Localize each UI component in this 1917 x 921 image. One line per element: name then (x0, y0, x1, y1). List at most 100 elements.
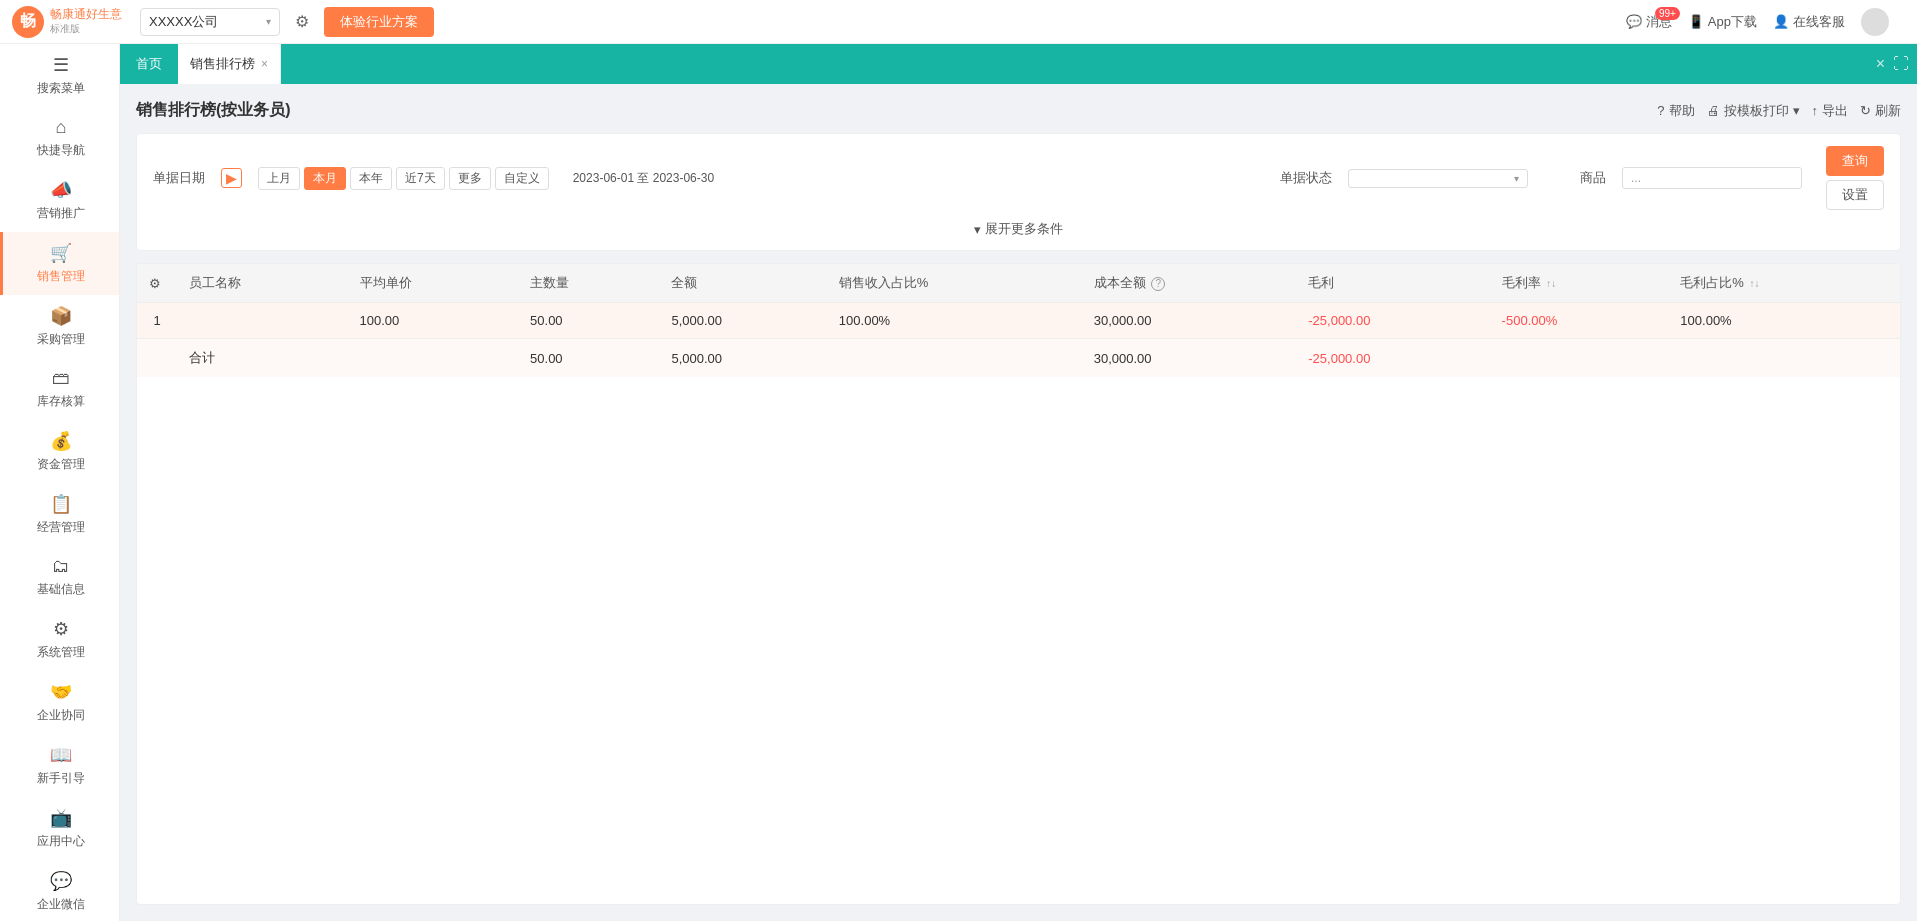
filter-row-1: 单据日期 ▶ 上月 本月 本年 近7天 更多 自定义 2023-06-01 至 … (153, 146, 1884, 210)
date-buttons: 上月 本月 本年 近7天 更多 自定义 (258, 167, 549, 190)
logo-area: 畅 畅康通好生意 标准版 (12, 6, 132, 38)
quick-nav-icon: ⌂ (56, 117, 67, 138)
sidebar-item-label-basic: 基础信息 (37, 581, 85, 598)
sidebar-item-guide[interactable]: 📖 新手引导 (0, 734, 119, 797)
cell-amount: 5,000.00 (659, 303, 826, 339)
date-btn-this-year[interactable]: 本年 (350, 167, 392, 190)
trial-button[interactable]: 体验行业方案 (324, 7, 434, 37)
online-service-button[interactable]: 👤 在线客服 (1773, 13, 1845, 31)
footer-label: 合计 (177, 339, 348, 378)
logo-icon: 畅 (12, 6, 44, 38)
footer-cost-amount: 30,000.00 (1082, 339, 1297, 378)
guide-icon: 📖 (50, 744, 72, 766)
date-btn-this-month[interactable]: 本月 (304, 167, 346, 190)
export-icon: ↑ (1812, 103, 1819, 118)
sidebar-item-search-order[interactable]: ☰ 搜索菜单 (0, 44, 119, 107)
sidebar-item-label-search: 搜索菜单 (37, 80, 85, 97)
expand-row: ▾ 展开更多条件 (153, 220, 1884, 238)
export-button[interactable]: ↑ 导出 (1812, 102, 1849, 120)
footer-gross: -25,000.00 (1296, 339, 1489, 378)
cost-info-icon[interactable]: ? (1151, 277, 1165, 291)
col-settings[interactable]: ⚙ (137, 264, 177, 303)
date-btn-custom[interactable]: 自定义 (495, 167, 549, 190)
date-nav-arrow[interactable]: ▶ (221, 168, 242, 188)
cell-sales-pct: 100.00% (827, 303, 1082, 339)
date-label: 单据日期 (153, 169, 205, 187)
footer-main-qty: 50.00 (518, 339, 659, 378)
sidebar-item-inventory[interactable]: 🗃 库存核算 (0, 358, 119, 420)
query-actions: 查询 设置 (1826, 146, 1884, 210)
main-layout: ☰ 搜索菜单 ⌂ 快捷导航 📣 营销推广 🛒 销售管理 📦 采购管理 🗃 库存核… (0, 44, 1917, 921)
marketing-icon: 📣 (50, 179, 72, 201)
inventory-icon: 🗃 (52, 368, 70, 389)
logo-sub: 标准版 (50, 22, 122, 36)
service-icon: 👤 (1773, 14, 1789, 29)
sidebar-item-basic-info[interactable]: 🗂 基础信息 (0, 546, 119, 608)
online-service-label: 在线客服 (1793, 13, 1845, 31)
gross-pct-sort-icon[interactable]: ↑↓ (1750, 278, 1760, 289)
company-select[interactable]: XXXXX公司 ▾ (140, 8, 280, 36)
tab-sales-ranking[interactable]: 销售排行榜 × (178, 44, 281, 84)
message-icon: 💬 (1626, 14, 1642, 29)
sidebar-item-label-sales: 销售管理 (37, 268, 85, 285)
page-content: 销售排行榜(按业务员) ? 帮助 🖨 按模板打印 ▾ ↑ 导出 (120, 84, 1917, 921)
sidebar-item-marketing[interactable]: 📣 营销推广 (0, 169, 119, 232)
help-button[interactable]: ? 帮助 (1657, 102, 1694, 120)
goods-input-value: ... (1631, 171, 1793, 185)
cell-employee (177, 303, 348, 339)
system-icon: ⚙ (53, 618, 69, 640)
sidebar-item-finance[interactable]: 💰 资金管理 (0, 420, 119, 483)
print-button[interactable]: 🖨 按模板打印 ▾ (1707, 102, 1800, 120)
col-avg-price: 平均单价 (348, 264, 519, 303)
tab-close-icon[interactable]: × (261, 57, 268, 71)
status-select[interactable]: ▾ (1348, 169, 1528, 188)
sidebar-item-label-wechat: 企业微信 (37, 896, 85, 913)
gear-button[interactable]: ⚙ (288, 8, 316, 36)
close-window-icon[interactable]: × (1876, 55, 1885, 73)
sidebar-item-purchase[interactable]: 📦 采购管理 (0, 295, 119, 358)
settings-button[interactable]: 设置 (1826, 180, 1884, 210)
expand-button[interactable]: ▾ 展开更多条件 (974, 220, 1063, 238)
query-button[interactable]: 查询 (1826, 146, 1884, 176)
expand-window-icon[interactable]: ⛶ (1893, 55, 1909, 73)
sidebar-item-label-nav: 快捷导航 (37, 142, 85, 159)
app-download-button[interactable]: 📱 App下载 (1688, 13, 1757, 31)
sidebar-item-label-guide: 新手引导 (37, 770, 85, 787)
date-btn-last-month[interactable]: 上月 (258, 167, 300, 190)
sidebar-item-system[interactable]: ⚙ 系统管理 (0, 608, 119, 671)
sidebar-item-cooperation[interactable]: 🤝 企业协同 (0, 671, 119, 734)
goods-input[interactable]: ... (1622, 167, 1802, 189)
refresh-button[interactable]: ↻ 刷新 (1860, 102, 1901, 120)
tabbar-right: × ⛶ (1876, 55, 1917, 73)
sidebar-item-label-app: 应用中心 (37, 833, 85, 850)
cooperation-icon: 🤝 (50, 681, 72, 703)
sidebar-item-operations[interactable]: 📋 经营管理 (0, 483, 119, 546)
tab-home[interactable]: 首页 (120, 44, 178, 84)
sidebar-item-app-center[interactable]: 📺 应用中心 (0, 797, 119, 860)
col-employee: 员工名称 (177, 264, 348, 303)
expand-label: 展开更多条件 (985, 220, 1063, 238)
messages-button[interactable]: 💬 消息 99+ (1626, 13, 1672, 31)
help-label: 帮助 (1669, 102, 1695, 120)
sidebar-item-wechat[interactable]: 💬 企业微信 (0, 860, 119, 921)
sidebar-item-sales[interactable]: 🛒 销售管理 (0, 232, 119, 295)
date-btn-more[interactable]: 更多 (449, 167, 491, 190)
cell-gross: -25,000.00 (1296, 303, 1489, 339)
footer-amount: 5,000.00 (659, 339, 826, 378)
date-btn-7days[interactable]: 近7天 (396, 167, 445, 190)
table-area: ⚙ 员工名称 平均单价 主数量 全额 (136, 263, 1901, 905)
status-chevron-icon: ▾ (1514, 173, 1519, 184)
expand-icon: ▾ (974, 222, 981, 237)
avatar[interactable] (1861, 8, 1889, 36)
footer-empty (137, 339, 177, 378)
sidebar-item-label-coop: 企业协同 (37, 707, 85, 724)
cell-main-qty: 50.00 (518, 303, 659, 339)
sidebar-item-label-finance: 资金管理 (37, 456, 85, 473)
cell-avg-price: 100.00 (348, 303, 519, 339)
col-gross-rate: 毛利率 ↑↓ (1490, 264, 1669, 303)
sidebar-item-quick-nav[interactable]: ⌂ 快捷导航 (0, 107, 119, 169)
footer-gross-rate (1490, 339, 1669, 378)
tabbar: 首页 销售排行榜 × × ⛶ (120, 44, 1917, 84)
gross-rate-sort-icon[interactable]: ↑↓ (1546, 278, 1556, 289)
operations-icon: 📋 (50, 493, 72, 515)
